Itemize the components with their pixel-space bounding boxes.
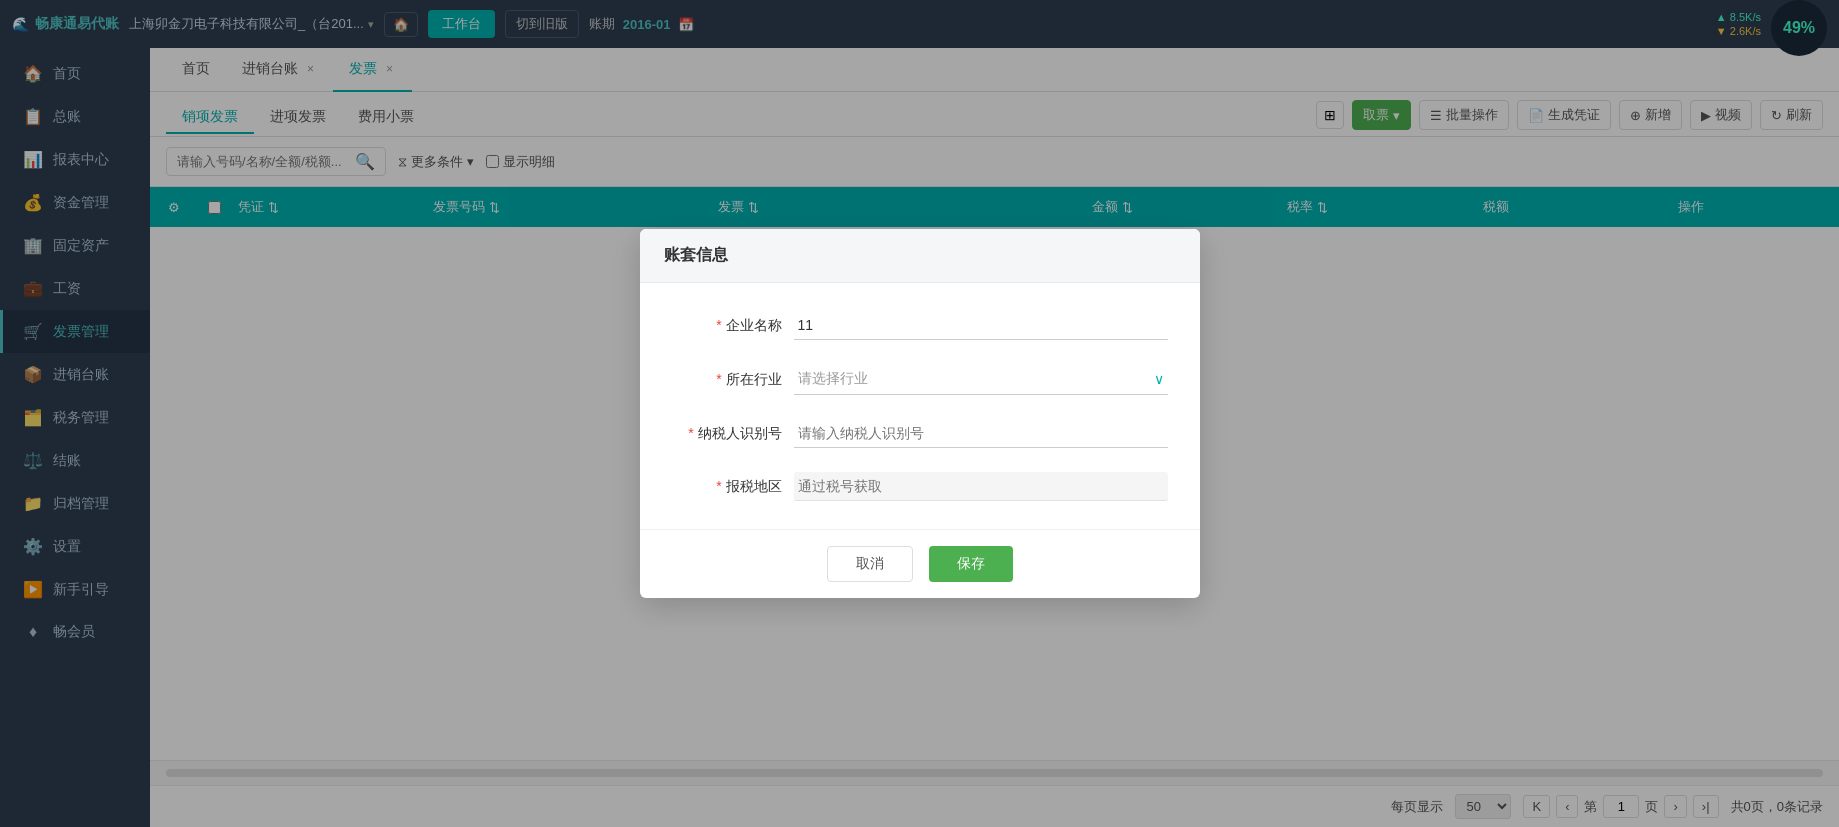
- industry-label: * 所在行业: [672, 371, 782, 389]
- required-star: *: [716, 317, 721, 333]
- modal-footer: 取消 保存: [640, 529, 1200, 598]
- company-name-label: * 企业名称: [672, 317, 782, 335]
- modal-title: 账套信息: [664, 246, 728, 263]
- company-name-input[interactable]: [794, 311, 1168, 340]
- modal-body: * 企业名称 * 所在行业 请选择行业 ∨ *: [640, 283, 1200, 529]
- form-row-tax-id: * 纳税人识别号: [672, 419, 1168, 448]
- industry-select[interactable]: 请选择行业 ∨: [794, 364, 1168, 395]
- save-button[interactable]: 保存: [929, 546, 1013, 582]
- required-star-2: *: [716, 371, 721, 387]
- form-row-company-name: * 企业名称: [672, 311, 1168, 340]
- required-star-3: *: [688, 425, 693, 441]
- tax-id-label: * 纳税人识别号: [672, 425, 782, 443]
- form-row-tax-region: * 报税地区: [672, 472, 1168, 501]
- account-info-modal: 账套信息 * 企业名称 * 所在行业 请选择行业 ∨: [640, 229, 1200, 598]
- cancel-button[interactable]: 取消: [827, 546, 913, 582]
- form-row-industry: * 所在行业 请选择行业 ∨: [672, 364, 1168, 395]
- modal-header: 账套信息: [640, 229, 1200, 283]
- industry-placeholder: 请选择行业: [798, 370, 868, 388]
- tax-region-label: * 报税地区: [672, 478, 782, 496]
- required-star-4: *: [716, 478, 721, 494]
- industry-chevron-icon: ∨: [1154, 371, 1164, 387]
- tax-region-input: [794, 472, 1168, 501]
- tax-id-input[interactable]: [794, 419, 1168, 448]
- modal-overlay: 账套信息 * 企业名称 * 所在行业 请选择行业 ∨: [0, 0, 1839, 827]
